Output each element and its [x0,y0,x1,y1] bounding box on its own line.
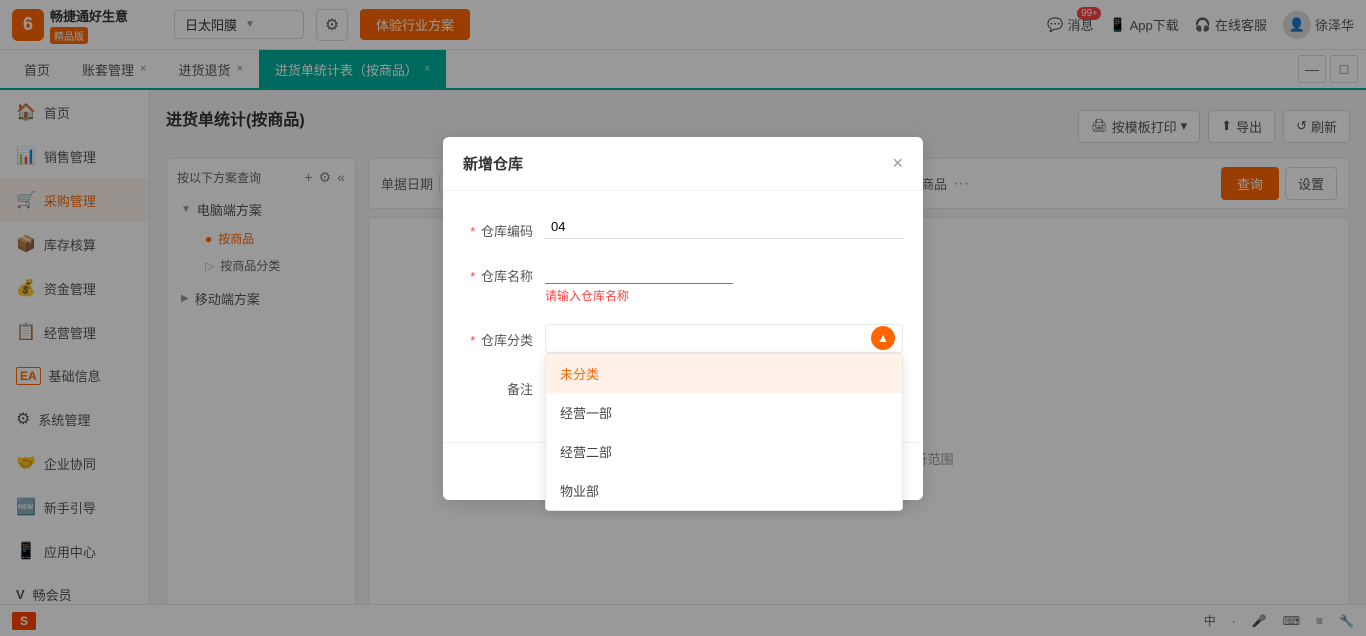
dropdown-item-property[interactable]: 物业部 [546,471,902,510]
category-dropdown-icon[interactable]: ▲ [871,326,895,350]
warehouse-name-input-row: * 仓库名称 [463,260,733,285]
new-warehouse-dialog: 新增仓库 × * 仓库编码 * 仓库名称 [443,137,923,500]
modal-overlay: 新增仓库 × * 仓库编码 * 仓库名称 [0,0,1366,636]
dropdown-item-uncategorized[interactable]: 未分类 [546,354,902,393]
dialog-title: 新增仓库 [463,153,523,174]
notes-label: 备注 [463,373,533,398]
warehouse-code-label: * 仓库编码 [463,215,533,240]
dropdown-item-dept1[interactable]: 经营一部 [546,393,902,432]
warehouse-category-row: * 仓库分类 ▲ 未分类 经营一部 经营二部 物业部 [463,324,903,353]
warehouse-category-input[interactable] [545,324,903,353]
dialog-header: 新增仓库 × [443,137,923,191]
warehouse-name-error: 请输入仓库名称 [545,287,629,304]
warehouse-code-row: * 仓库编码 [463,215,903,240]
dropdown-item-dept2[interactable]: 经营二部 [546,432,902,471]
warehouse-name-label: * 仓库名称 [463,260,533,285]
dialog-close-icon[interactable]: × [892,153,903,174]
dialog-body: * 仓库编码 * 仓库名称 请输入仓库名称 [443,191,923,442]
warehouse-name-input[interactable] [545,260,733,284]
warehouse-name-row: * 仓库名称 请输入仓库名称 [463,260,903,304]
warehouse-category-select-wrap: ▲ 未分类 经营一部 经营二部 物业部 [545,324,903,353]
category-dropdown-list: 未分类 经营一部 经营二部 物业部 [545,353,903,511]
warehouse-category-label: * 仓库分类 [463,324,533,349]
warehouse-code-input[interactable] [545,215,903,239]
